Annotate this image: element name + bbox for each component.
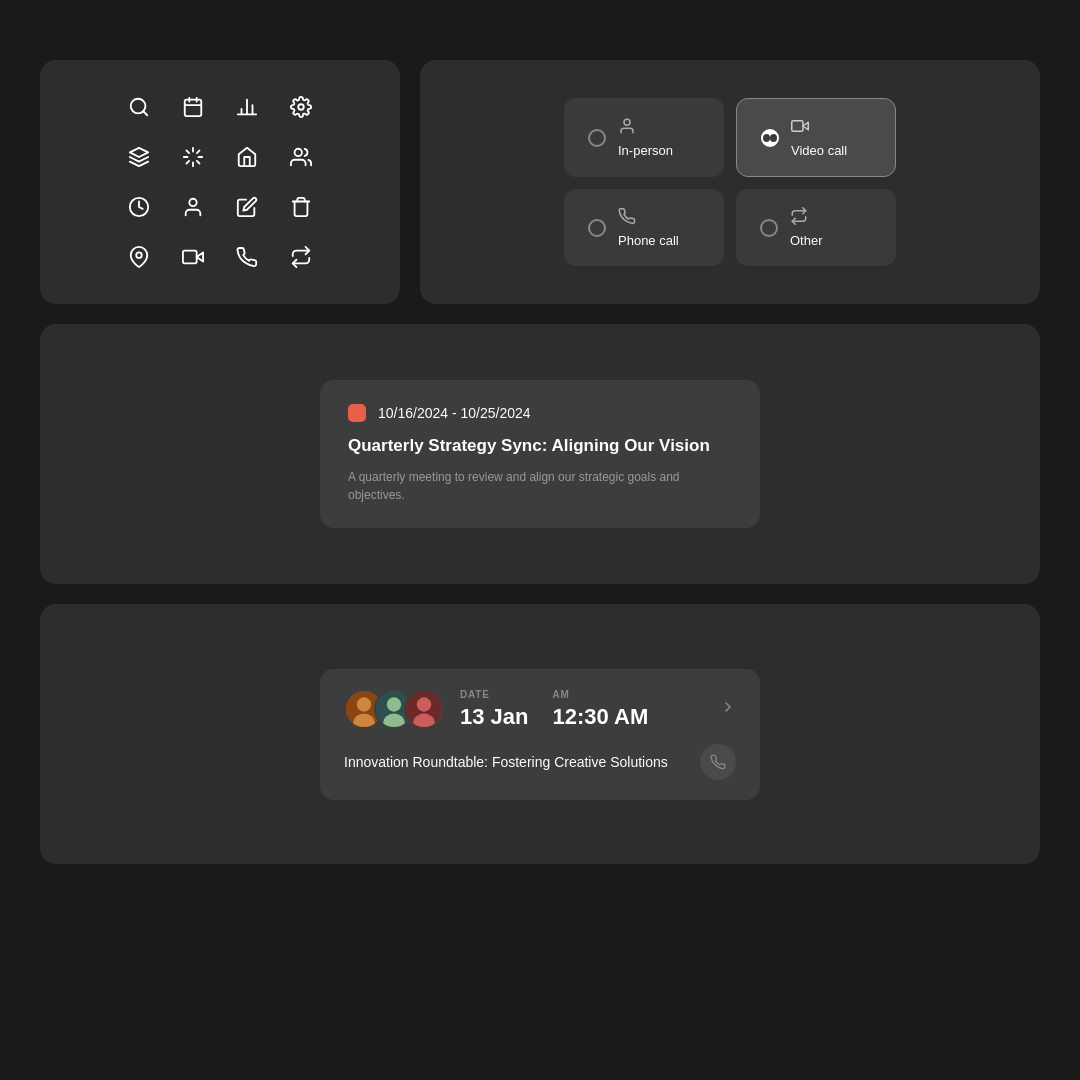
other-content: Other xyxy=(790,207,823,248)
svg-marker-24 xyxy=(197,252,203,261)
layers-icon[interactable] xyxy=(128,146,150,168)
event-title: Quarterly Strategy Sync: Aligning Our Vi… xyxy=(348,434,732,458)
other-radio xyxy=(760,219,778,237)
date-col: DATE 13 Jan xyxy=(460,689,529,730)
video-call-content: Video call xyxy=(791,117,847,158)
event-card[interactable]: 10/16/2024 - 10/25/2024 Quarterly Strate… xyxy=(320,380,760,528)
phone-call-label: Phone call xyxy=(618,233,679,248)
meeting-name: Innovation Roundtable: Fostering Creativ… xyxy=(344,754,668,770)
other-option[interactable]: Other xyxy=(736,189,896,266)
meeting-type-card: In-person Video call xyxy=(420,60,1040,304)
time-col: AM 12:30 AM xyxy=(553,689,649,730)
svg-marker-27 xyxy=(803,122,808,130)
clock-icon[interactable] xyxy=(128,196,150,218)
event-date-range: 10/16/2024 - 10/25/2024 xyxy=(348,404,732,422)
svg-point-33 xyxy=(387,697,401,711)
svg-point-22 xyxy=(189,199,196,206)
svg-point-10 xyxy=(298,104,304,110)
datetime-row: DATE 13 Jan AM 12:30 AM xyxy=(460,689,704,730)
phone-call-radio xyxy=(588,219,606,237)
in-person-label: In-person xyxy=(618,143,673,158)
video-call-option[interactable]: Video call xyxy=(736,98,896,177)
icon-grid xyxy=(128,96,312,268)
video-call-radio xyxy=(761,129,779,147)
svg-point-36 xyxy=(417,697,431,711)
meeting-phone-button[interactable] xyxy=(700,744,736,780)
meeting-section-card: DATE 13 Jan AM 12:30 AM xyxy=(40,604,1040,864)
in-person-content: In-person xyxy=(618,117,673,158)
svg-rect-28 xyxy=(792,121,803,132)
meeting-card[interactable]: DATE 13 Jan AM 12:30 AM xyxy=(320,669,760,800)
svg-line-14 xyxy=(187,151,190,154)
svg-marker-11 xyxy=(130,148,148,157)
phone-icon[interactable] xyxy=(236,246,258,268)
other-label: Other xyxy=(790,233,823,248)
video-call-icon xyxy=(791,117,809,139)
avatar-3 xyxy=(404,689,444,729)
date-value: 13 Jan xyxy=(460,704,529,730)
event-section: 10/16/2024 - 10/25/2024 Quarterly Strate… xyxy=(40,324,1040,584)
event-description: A quarterly meeting to review and align … xyxy=(348,468,732,504)
person-icon[interactable] xyxy=(182,196,204,218)
in-person-radio xyxy=(588,129,606,147)
video-call-label: Video call xyxy=(791,143,847,158)
meeting-type-grid: In-person Video call xyxy=(564,98,896,266)
calendar-icon[interactable] xyxy=(182,96,204,118)
svg-point-23 xyxy=(136,252,142,257)
svg-line-15 xyxy=(197,161,200,164)
video-camera-icon[interactable] xyxy=(182,246,204,268)
trash-icon[interactable] xyxy=(290,196,312,218)
svg-point-20 xyxy=(295,149,302,156)
repeat-icon[interactable] xyxy=(290,246,312,268)
icon-grid-card xyxy=(40,60,400,304)
svg-line-19 xyxy=(197,151,200,154)
meeting-section: DATE 13 Jan AM 12:30 AM xyxy=(40,604,1040,864)
chevron-right-icon[interactable] xyxy=(720,699,736,720)
svg-line-18 xyxy=(187,161,190,164)
date-label: DATE xyxy=(460,689,529,700)
meeting-card-bottom: Innovation Roundtable: Fostering Creativ… xyxy=(344,744,736,780)
meeting-card-top: DATE 13 Jan AM 12:30 AM xyxy=(344,689,736,730)
svg-point-30 xyxy=(357,697,371,711)
in-person-option[interactable]: In-person xyxy=(564,98,724,177)
meeting-datetime: DATE 13 Jan AM 12:30 AM xyxy=(460,689,704,730)
svg-point-26 xyxy=(624,119,630,125)
svg-rect-2 xyxy=(185,100,202,117)
edit-icon[interactable] xyxy=(236,196,258,218)
group-icon[interactable] xyxy=(290,146,312,168)
phone-call-option[interactable]: Phone call xyxy=(564,189,724,266)
settings-icon[interactable] xyxy=(290,96,312,118)
location-icon[interactable] xyxy=(128,246,150,268)
chart-icon[interactable] xyxy=(236,96,258,118)
time-value: 12:30 AM xyxy=(553,704,649,730)
phone-call-content: Phone call xyxy=(618,207,679,248)
event-date-text: 10/16/2024 - 10/25/2024 xyxy=(378,405,531,421)
avatars-row xyxy=(344,689,444,729)
search-icon[interactable] xyxy=(128,96,150,118)
event-section-card: 10/16/2024 - 10/25/2024 Quarterly Strate… xyxy=(40,324,1040,584)
svg-rect-25 xyxy=(183,251,197,264)
other-icon xyxy=(790,207,808,229)
loading-icon[interactable] xyxy=(182,146,204,168)
in-person-icon xyxy=(618,117,636,139)
phone-call-icon xyxy=(618,207,636,229)
svg-line-1 xyxy=(143,111,147,115)
home-icon[interactable] xyxy=(236,146,258,168)
time-label: AM xyxy=(553,689,649,700)
event-color-dot xyxy=(348,404,366,422)
